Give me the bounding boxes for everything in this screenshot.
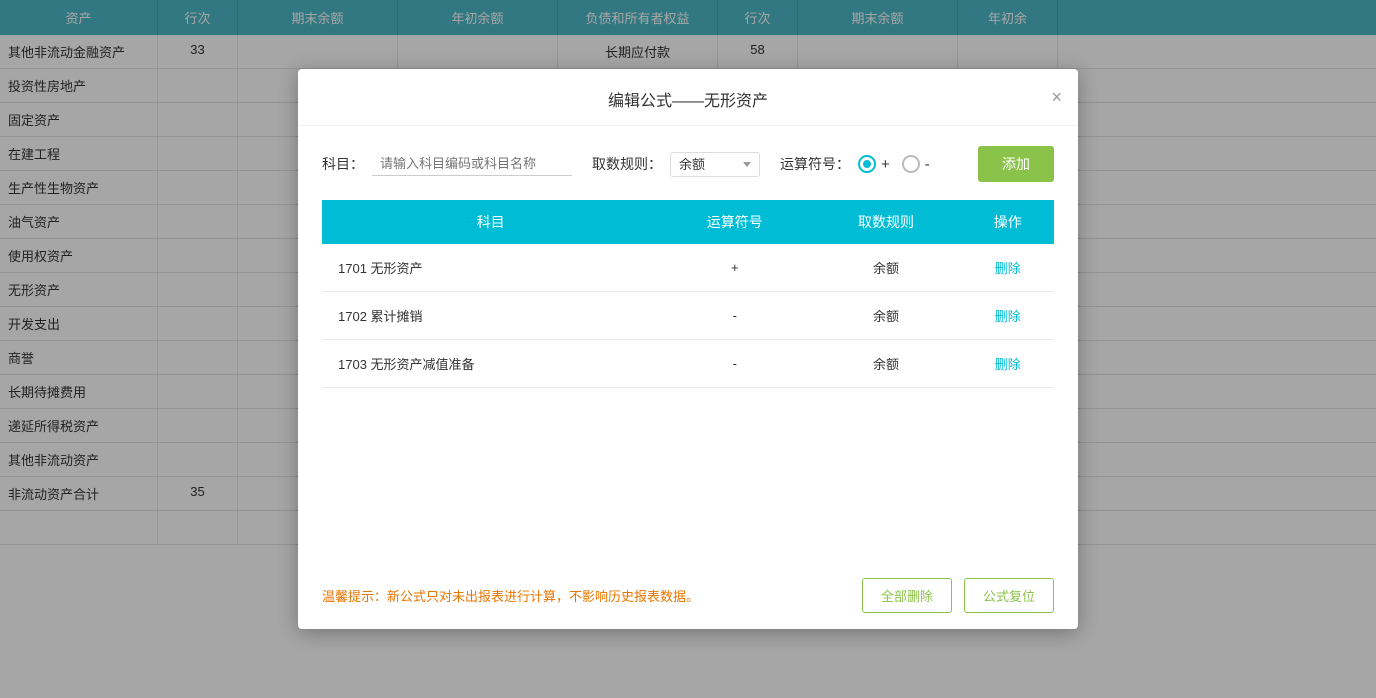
rule-select-wrap: 余额 借方 贷方 借方累计 贷方累计 — [670, 152, 760, 177]
radio-plus-circle — [858, 155, 876, 173]
formula-rule: 余额 — [810, 244, 961, 292]
formula-table-body: 1701 无形资产+余额删除1702 累计摊销-余额删除1703 无形资产减值准… — [322, 244, 1054, 388]
formula-operator: - — [659, 292, 810, 340]
delete-row-link[interactable]: 删除 — [995, 309, 1021, 324]
delete-row-link[interactable]: 删除 — [995, 357, 1021, 372]
modal-body: 科目： 取数规则： 余额 借方 贷方 借方累计 贷方累计 — [298, 126, 1078, 566]
formula-subject: 1703 无形资产减值准备 — [322, 340, 659, 388]
radio-minus-label: - — [925, 156, 930, 173]
add-button[interactable]: 添加 — [978, 146, 1054, 182]
operator-label: 运算符号： — [780, 154, 850, 174]
th-operator: 运算符号 — [659, 200, 810, 244]
formula-operator: + — [659, 244, 810, 292]
formula-action[interactable]: 删除 — [962, 292, 1054, 340]
formula-subject: 1701 无形资产 — [322, 244, 659, 292]
radio-plus[interactable]: + — [858, 155, 890, 173]
formula-action[interactable]: 删除 — [962, 340, 1054, 388]
formula-table-head: 科目 运算符号 取数规则 操作 — [322, 200, 1054, 244]
formula-table: 科目 运算符号 取数规则 操作 1701 无形资产+余额删除1702 累计摊销-… — [322, 200, 1054, 388]
operator-radio-group: + - — [858, 155, 930, 173]
radio-plus-label: + — [881, 156, 890, 173]
formula-subject: 1702 累计摊销 — [322, 292, 659, 340]
rule-group: 取数规则： 余额 借方 贷方 借方累计 贷方累计 — [592, 152, 760, 177]
footer-hint: 温馨提示：新公式只对未出报表进行计算，不影响历史报表数据。 — [322, 586, 699, 605]
delete-all-button[interactable]: 全部删除 — [862, 578, 952, 613]
formula-rule: 余额 — [810, 292, 961, 340]
rule-select[interactable]: 余额 借方 贷方 借方累计 贷方累计 — [670, 152, 760, 177]
subject-group: 科目： — [322, 152, 572, 176]
reset-formula-button[interactable]: 公式复位 — [964, 578, 1054, 613]
rule-label: 取数规则： — [592, 154, 662, 174]
footer-actions: 全部删除 公式复位 — [862, 578, 1054, 613]
edit-formula-modal: 编辑公式——无形资产 × 科目： 取数规则： 余额 借方 贷方 — [298, 69, 1078, 629]
operator-group: 运算符号： + - — [780, 154, 930, 174]
formula-rule: 余额 — [810, 340, 961, 388]
modal-footer: 温馨提示：新公式只对未出报表进行计算，不影响历史报表数据。 全部删除 公式复位 — [298, 566, 1078, 629]
delete-row-link[interactable]: 删除 — [995, 261, 1021, 276]
formula-operator: - — [659, 340, 810, 388]
close-button[interactable]: × — [1051, 88, 1062, 106]
modal-title: 编辑公式——无形资产 — [608, 93, 768, 110]
modal-header: 编辑公式——无形资产 × — [298, 69, 1078, 126]
radio-minus[interactable]: - — [902, 155, 930, 173]
formula-action[interactable]: 删除 — [962, 244, 1054, 292]
subject-label: 科目： — [322, 154, 364, 174]
th-action: 操作 — [962, 200, 1054, 244]
form-row: 科目： 取数规则： 余额 借方 贷方 借方累计 贷方累计 — [322, 146, 1054, 182]
modal-overlay: 编辑公式——无形资产 × 科目： 取数规则： 余额 借方 贷方 — [0, 0, 1376, 698]
table-row: 1703 无形资产减值准备-余额 删除 — [322, 340, 1054, 388]
th-subject: 科目 — [322, 200, 659, 244]
th-rule: 取数规则 — [810, 200, 961, 244]
radio-minus-circle — [902, 155, 920, 173]
table-row: 1701 无形资产+余额 删除 — [322, 244, 1054, 292]
subject-input[interactable] — [372, 152, 572, 176]
table-row: 1702 累计摊销-余额 删除 — [322, 292, 1054, 340]
